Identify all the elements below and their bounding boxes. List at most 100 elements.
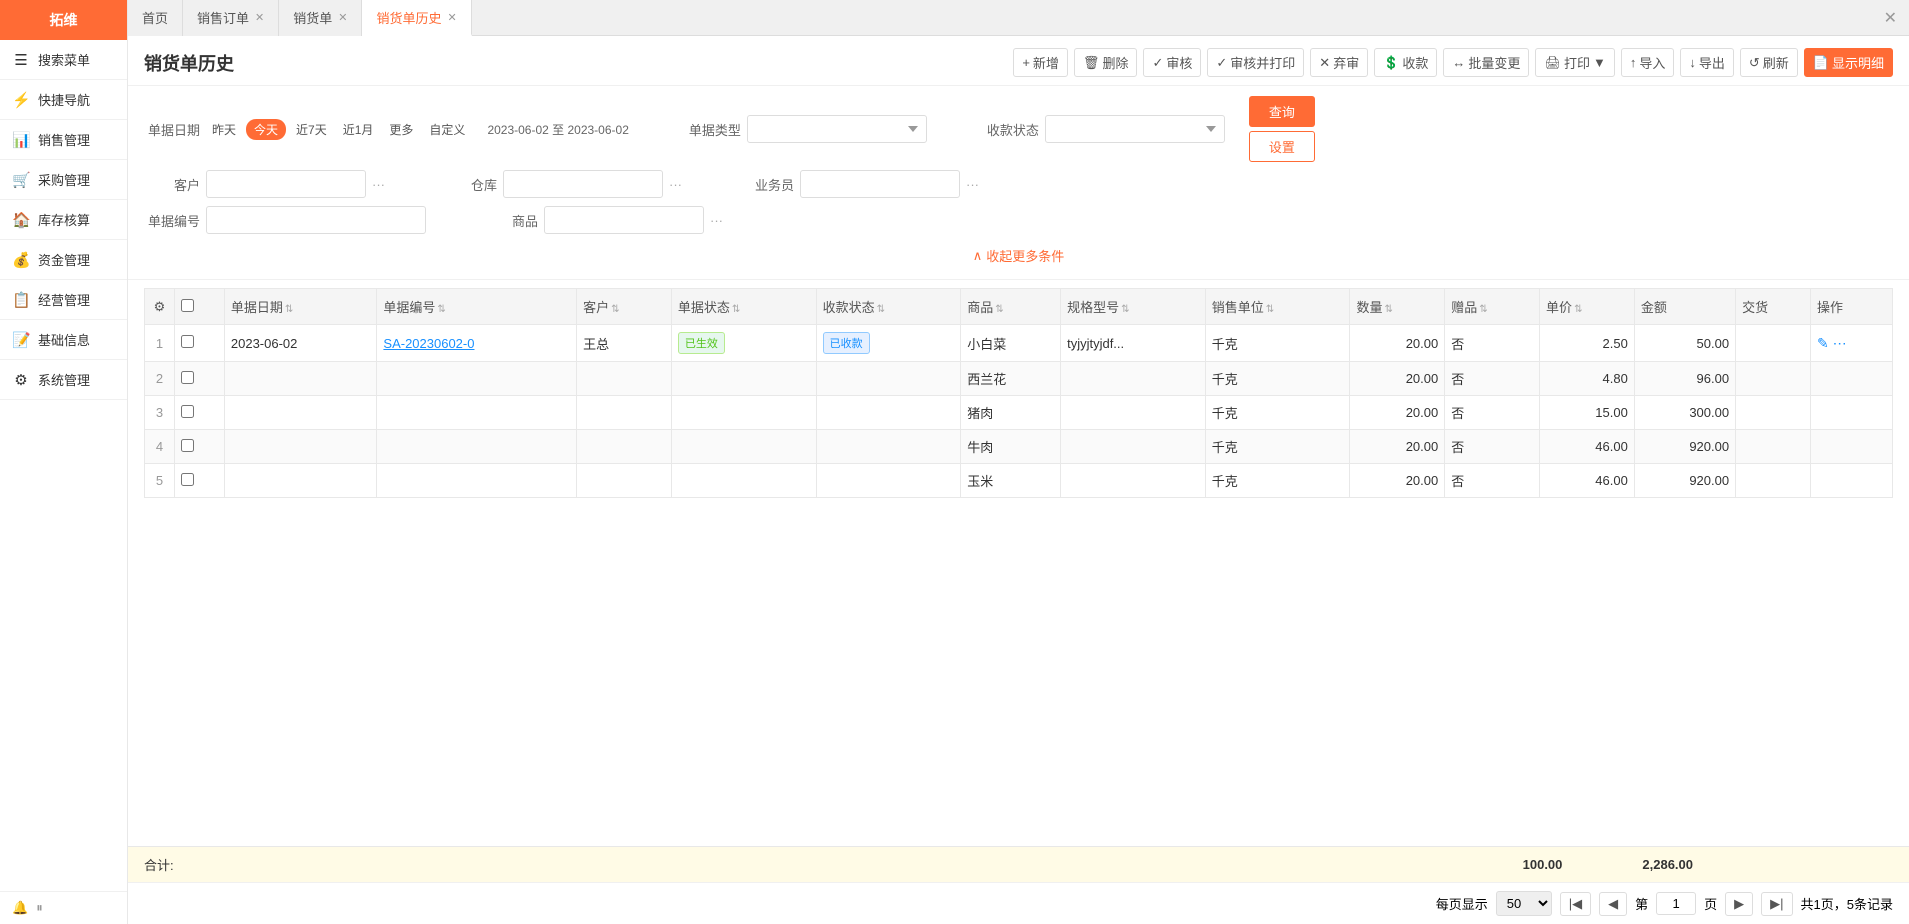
actions-cell [1810,464,1892,498]
page-number-input[interactable] [1656,892,1696,915]
doc-number-input[interactable] [206,206,426,234]
goods-dots-button[interactable]: ··· [710,213,723,228]
batch-change-button[interactable]: ↔ 批量变更 [1443,48,1529,77]
edit-icon[interactable]: ✎ [1817,335,1829,352]
row-checkbox-cell[interactable] [175,430,225,464]
tab-sales-order[interactable]: 销售订单 ✕ [183,0,279,36]
tab-sales-order-close[interactable]: ✕ [255,11,264,24]
next-page-button[interactable]: ▶ [1725,892,1753,916]
date-btn-custom[interactable]: 自定义 [423,119,471,140]
warehouse-input[interactable] [503,170,663,198]
transaction-cell [1736,396,1811,430]
sidebar-item-inventory[interactable]: 🏠 库存核算 [0,200,127,240]
sidebar-item-sales-mgmt[interactable]: 📊 销售管理 [0,120,127,160]
delete-button[interactable]: 🗑 删除 [1074,48,1138,77]
th-customer[interactable]: 客户⇅ [577,289,672,325]
per-page-select[interactable]: 50 100 200 [1496,891,1552,916]
customer-dots-button[interactable]: ··· [372,177,385,192]
show-detail-button[interactable]: 📄 显示明细 [1804,48,1893,77]
audit-button[interactable]: ✓ 审核 [1143,48,1201,77]
doc-date-cell: 2023-06-02 [224,325,377,362]
row-checkbox[interactable] [181,473,194,486]
tab-sales-goods-close[interactable]: ✕ [338,11,347,24]
row-checkbox[interactable] [181,439,194,452]
audit-label: 审核 [1166,53,1192,72]
th-gift[interactable]: 赠品⇅ [1445,289,1540,325]
abandon-button[interactable]: ✕ 弃审 [1310,48,1368,77]
export-button[interactable]: ↓ 导出 [1680,48,1734,77]
collapse-button[interactable]: ∧ 收起更多条件 [144,242,1893,269]
customer-input[interactable] [206,170,366,198]
th-qty[interactable]: 数量⇅ [1350,289,1445,325]
sidebar-item-system-mgmt[interactable]: ⚙ 系统管理 [0,360,127,400]
payment-status-filter: 收款状态 [983,115,1225,143]
page-header: 销货单历史 + 新增 🗑 删除 ✓ 审核 ✓ 审核并打印 [128,36,1909,86]
payment-status-cell [816,430,961,464]
sidebar-item-search-menu[interactable]: ☰ 搜索菜单 [0,40,127,80]
sidebar-item-quick-nav[interactable]: ⚡ 快捷导航 [0,80,127,120]
th-spec[interactable]: 规格型号⇅ [1061,289,1206,325]
doc-type-select[interactable] [747,115,927,143]
sidebar-item-basic-info[interactable]: 📝 基础信息 [0,320,127,360]
prev-page-button[interactable]: ◀ [1599,892,1627,916]
last-page-button[interactable]: ▶| [1761,892,1792,916]
th-doc-date[interactable]: 单据日期⇅ [224,289,377,325]
date-filter-label: 单据日期 [144,120,200,139]
tab-sales-goods[interactable]: 销货单 ✕ [279,0,362,36]
th-gear[interactable]: ⚙ [145,289,175,325]
goods-input[interactable] [544,206,704,234]
row-checkbox-cell[interactable] [175,464,225,498]
select-all-checkbox[interactable] [181,299,194,312]
filter-settings-button[interactable]: 设置 [1249,131,1315,162]
new-button[interactable]: + 新增 [1013,48,1068,77]
tabs-bar-close-all[interactable]: ✕ [1872,8,1909,28]
amount-cell: 920.00 [1634,430,1735,464]
first-page-button[interactable]: |◀ [1560,892,1591,916]
row-checkbox[interactable] [181,335,194,348]
tab-sales-history-close[interactable]: ✕ [448,11,457,24]
refresh-button[interactable]: ↺ 刷新 [1740,48,1798,77]
collect-icon: 💲 [1383,55,1399,71]
th-price[interactable]: 单价⇅ [1540,289,1635,325]
date-btn-7days[interactable]: 近7天 [290,119,333,140]
date-btn-today[interactable]: 今天 [246,119,286,140]
sidebar-item-operations-mgmt[interactable]: 📋 经营管理 [0,280,127,320]
th-doc-status[interactable]: 单据状态⇅ [671,289,816,325]
sidebar-item-purchase-mgmt[interactable]: 🛒 采购管理 [0,160,127,200]
agent-dots-button[interactable]: ··· [966,177,979,192]
row-checkbox-cell[interactable] [175,325,225,362]
agent-input[interactable] [800,170,960,198]
sidebar-item-finance-mgmt[interactable]: 💰 资金管理 [0,240,127,280]
th-goods[interactable]: 商品⇅ [961,289,1061,325]
payment-status-select[interactable] [1045,115,1225,143]
pause-icon[interactable]: ⏸ [36,900,43,916]
date-btn-yesterday[interactable]: 昨天 [206,119,242,140]
th-checkbox[interactable] [175,289,225,325]
goods-cell: 西兰花 [961,362,1061,396]
import-button[interactable]: ↑ 导入 [1621,48,1675,77]
collect-button[interactable]: 💲 收款 [1374,48,1437,77]
tab-home[interactable]: 首页 [128,0,183,36]
row-checkbox-cell[interactable] [175,396,225,430]
row-checkbox[interactable] [181,405,194,418]
payment-status-cell [816,362,961,396]
date-btn-1month[interactable]: 近1月 [337,119,380,140]
sidebar-item-label: 资金管理 [38,250,90,269]
warehouse-dots-button[interactable]: ··· [669,177,682,192]
tab-sales-history[interactable]: 销货单历史 ✕ [362,0,471,36]
date-btn-more[interactable]: 更多 [383,119,419,140]
more-actions-icon[interactable]: ⋯ [1833,335,1847,352]
audit-print-button[interactable]: ✓ 审核并打印 [1207,48,1304,77]
show-detail-label: 显示明细 [1832,53,1884,72]
th-doc-number[interactable]: 单据编号⇅ [377,289,577,325]
print-button[interactable]: 🖨 打印 ▼ [1535,48,1614,77]
row-checkbox-cell[interactable] [175,362,225,396]
row-checkbox[interactable] [181,371,194,384]
doc-number-link[interactable]: SA-20230602-0 [383,336,474,351]
transaction-cell [1736,362,1811,396]
warehouse-label: 仓库 [441,175,497,194]
notification-icon[interactable]: 🔔 [12,900,28,916]
th-payment-status[interactable]: 收款状态⇅ [816,289,961,325]
th-unit[interactable]: 销售单位⇅ [1205,289,1350,325]
query-button[interactable]: 查询 [1249,96,1315,127]
